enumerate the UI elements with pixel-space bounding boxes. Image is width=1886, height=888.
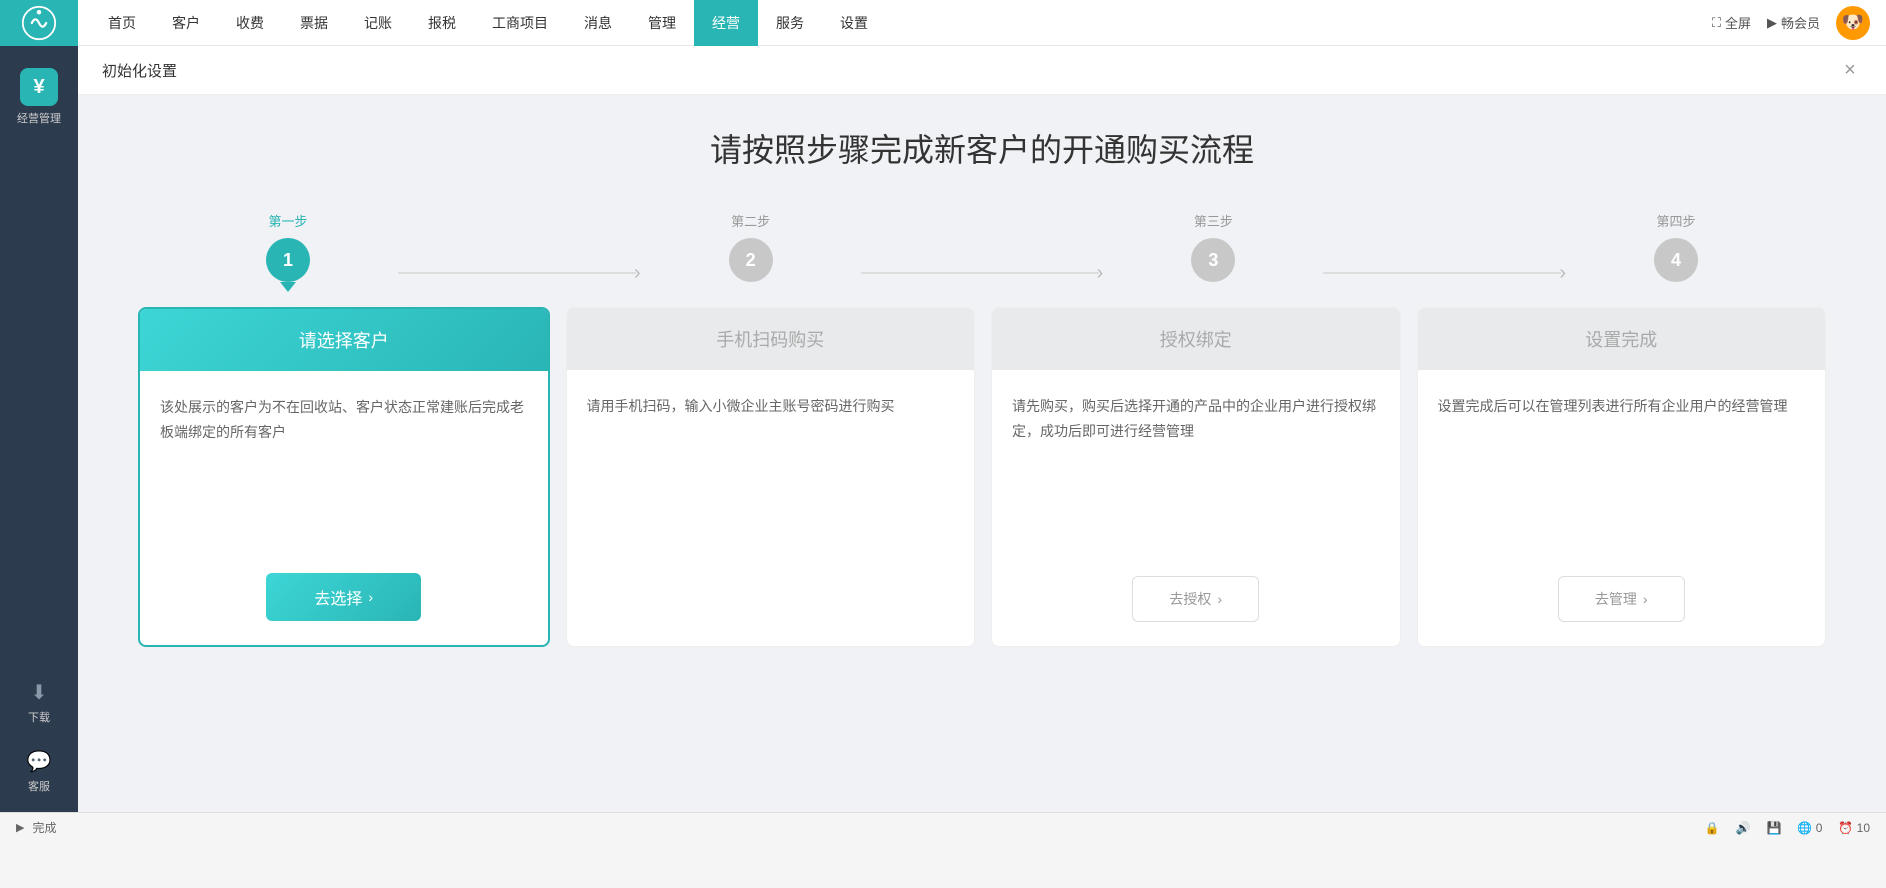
- card-1-header: 请选择客户: [140, 309, 548, 371]
- content-area: 请按照步骤完成新客户的开通购买流程 第一步 1 › 第二步: [78, 95, 1886, 677]
- page-title: 初始化设置: [102, 60, 177, 81]
- support-icon: 💬: [27, 749, 52, 774]
- card-3-header: 授权绑定: [992, 308, 1400, 370]
- status-bar-right: 🔒 🔊 💾 🌐 0 ⏰ 10: [1705, 821, 1870, 835]
- card-1-body: 该处展示的客户为不在回收站、客户状态正常建账后完成老板端绑定的所有客户: [140, 371, 548, 557]
- nav-item-manage[interactable]: 管理: [630, 0, 694, 46]
- card-4-body: 设置完成后可以在管理列表进行所有企业用户的经营管理: [1418, 370, 1826, 560]
- download-icon: ⬇: [31, 680, 48, 705]
- nav-item-service[interactable]: 服务: [758, 0, 822, 46]
- status-bar-left: ▶ 完成: [16, 819, 56, 836]
- play-status-icon: ▶: [16, 821, 24, 834]
- step-3: 第三步 3: [1103, 211, 1323, 282]
- step-1-label: 第一步: [268, 211, 307, 230]
- main-content: 初始化设置 × 请按照步骤完成新客户的开通购买流程 第一步 1 ›: [78, 46, 1886, 812]
- page-header: 初始化设置 ×: [78, 46, 1886, 95]
- sidebar-item-label: 经营管理: [17, 110, 61, 126]
- step-2-circle: 2: [729, 238, 773, 282]
- sidebar-item-operation[interactable]: ¥ 经营管理: [0, 56, 78, 138]
- status-shield-icon: 🔒: [1705, 821, 1720, 835]
- step-3-circle: 3: [1191, 238, 1235, 282]
- card-3-footer: 去授权 ›: [992, 560, 1400, 646]
- sidebar-download[interactable]: ⬇ 下载: [0, 672, 78, 733]
- nav-item-fee[interactable]: 收费: [218, 0, 282, 46]
- download-label: 下载: [28, 709, 50, 725]
- card-2-footer: [567, 606, 975, 646]
- fullscreen-btn[interactable]: ⛶ 全屏: [1712, 13, 1751, 32]
- nav-item-operation[interactable]: 经营: [694, 0, 758, 46]
- status-save-icon: 💾: [1766, 821, 1781, 835]
- sidebar-bottom: ⬇ 下载 💬 客服: [0, 672, 78, 812]
- card-4-header: 设置完成: [1418, 308, 1826, 370]
- connector-1-2: ›: [398, 263, 641, 283]
- step-1: 第一步 1: [178, 211, 398, 282]
- card-3-btn-label: 去授权: [1169, 589, 1211, 609]
- card-4-btn[interactable]: 去管理 ›: [1558, 576, 1685, 622]
- card-1-btn-label: 去选择: [314, 585, 362, 609]
- card-1-btn-arrow: ›: [368, 589, 373, 605]
- play-icon: ▶: [1767, 15, 1777, 31]
- nav-item-bill[interactable]: 票据: [282, 0, 346, 46]
- close-button[interactable]: ×: [1838, 58, 1862, 82]
- status-network: 🌐 0: [1797, 821, 1822, 835]
- card-4-btn-arrow: ›: [1643, 591, 1648, 607]
- status-time: ⏰ 10: [1838, 821, 1870, 835]
- operation-icon: ¥: [20, 68, 58, 106]
- nav-item-tax[interactable]: 报税: [410, 0, 474, 46]
- sidebar-support[interactable]: 💬 客服: [0, 741, 78, 802]
- status-text: 完成: [32, 819, 56, 836]
- member-label: 畅会员: [1781, 13, 1820, 32]
- step-2: 第二步 2: [641, 211, 861, 282]
- step-1-circle: 1: [266, 238, 310, 282]
- card-3-btn-arrow: ›: [1217, 591, 1222, 607]
- card-4-footer: 去管理 ›: [1418, 560, 1826, 646]
- nav-item-settings[interactable]: 设置: [822, 0, 886, 46]
- card-4: 设置完成 设置完成后可以在管理列表进行所有企业用户的经营管理 去管理 ›: [1417, 307, 1827, 647]
- sidebar: ¥ 经营管理 ⬇ 下载 💬 客服: [0, 46, 78, 812]
- app-logo: [0, 0, 78, 46]
- nav-item-message[interactable]: 消息: [566, 0, 630, 46]
- card-1-btn[interactable]: 去选择 ›: [266, 573, 421, 621]
- card-4-btn-label: 去管理: [1595, 589, 1637, 609]
- nav-item-bookkeeping[interactable]: 记账: [346, 0, 410, 46]
- card-3-body: 请先购买，购买后选择开通的产品中的企业用户进行授权绑定，成功后即可进行经营管理: [992, 370, 1400, 560]
- card-2-header: 手机扫码购买: [567, 308, 975, 370]
- nav-items: 首页 客户 收费 票据 记账 报税 工商项目 消息 管理 经营 服务 设置: [90, 0, 1712, 46]
- support-label: 客服: [28, 778, 50, 794]
- step-2-label: 第二步: [731, 211, 770, 230]
- nav-item-home[interactable]: 首页: [90, 0, 154, 46]
- card-2-body: 请用手机扫码，输入小微企业主账号密码进行购买: [567, 370, 975, 606]
- avatar[interactable]: 🐶: [1836, 6, 1870, 40]
- step-4-circle: 4: [1654, 238, 1698, 282]
- status-volume-icon: 🔊: [1736, 821, 1751, 835]
- step-4: 第四步 4: [1566, 211, 1786, 282]
- fullscreen-label: 全屏: [1725, 13, 1751, 32]
- nav-item-business[interactable]: 工商项目: [474, 0, 566, 46]
- step-4-label: 第四步: [1657, 211, 1696, 230]
- main-title: 请按照步骤完成新客户的开通购买流程: [138, 125, 1826, 171]
- card-2: 手机扫码购买 请用手机扫码，输入小微企业主账号密码进行购买: [566, 307, 976, 647]
- nav-item-customer[interactable]: 客户: [154, 0, 218, 46]
- steps-row: 第一步 1 › 第二步 2: [138, 211, 1826, 283]
- card-3: 授权绑定 请先购买，购买后选择开通的产品中的企业用户进行授权绑定，成功后即可进行…: [991, 307, 1401, 647]
- status-bar: ▶ 完成 🔒 🔊 💾 🌐 0 ⏰ 10: [0, 812, 1886, 842]
- fullscreen-icon: ⛶: [1712, 15, 1721, 31]
- connector-2-3: ›: [861, 263, 1104, 283]
- cards-row: 请选择客户 该处展示的客户为不在回收站、客户状态正常建账后完成老板端绑定的所有客…: [138, 307, 1826, 647]
- member-btn[interactable]: ▶ 畅会员: [1767, 13, 1820, 32]
- nav-right: ⛶ 全屏 ▶ 畅会员 🐶: [1712, 6, 1886, 40]
- step-3-label: 第三步: [1194, 211, 1233, 230]
- connector-3-4: ›: [1323, 263, 1566, 283]
- card-1-footer: 去选择 ›: [140, 557, 548, 645]
- card-1: 请选择客户 该处展示的客户为不在回收站、客户状态正常建账后完成老板端绑定的所有客…: [138, 307, 550, 647]
- card-3-btn[interactable]: 去授权 ›: [1132, 576, 1259, 622]
